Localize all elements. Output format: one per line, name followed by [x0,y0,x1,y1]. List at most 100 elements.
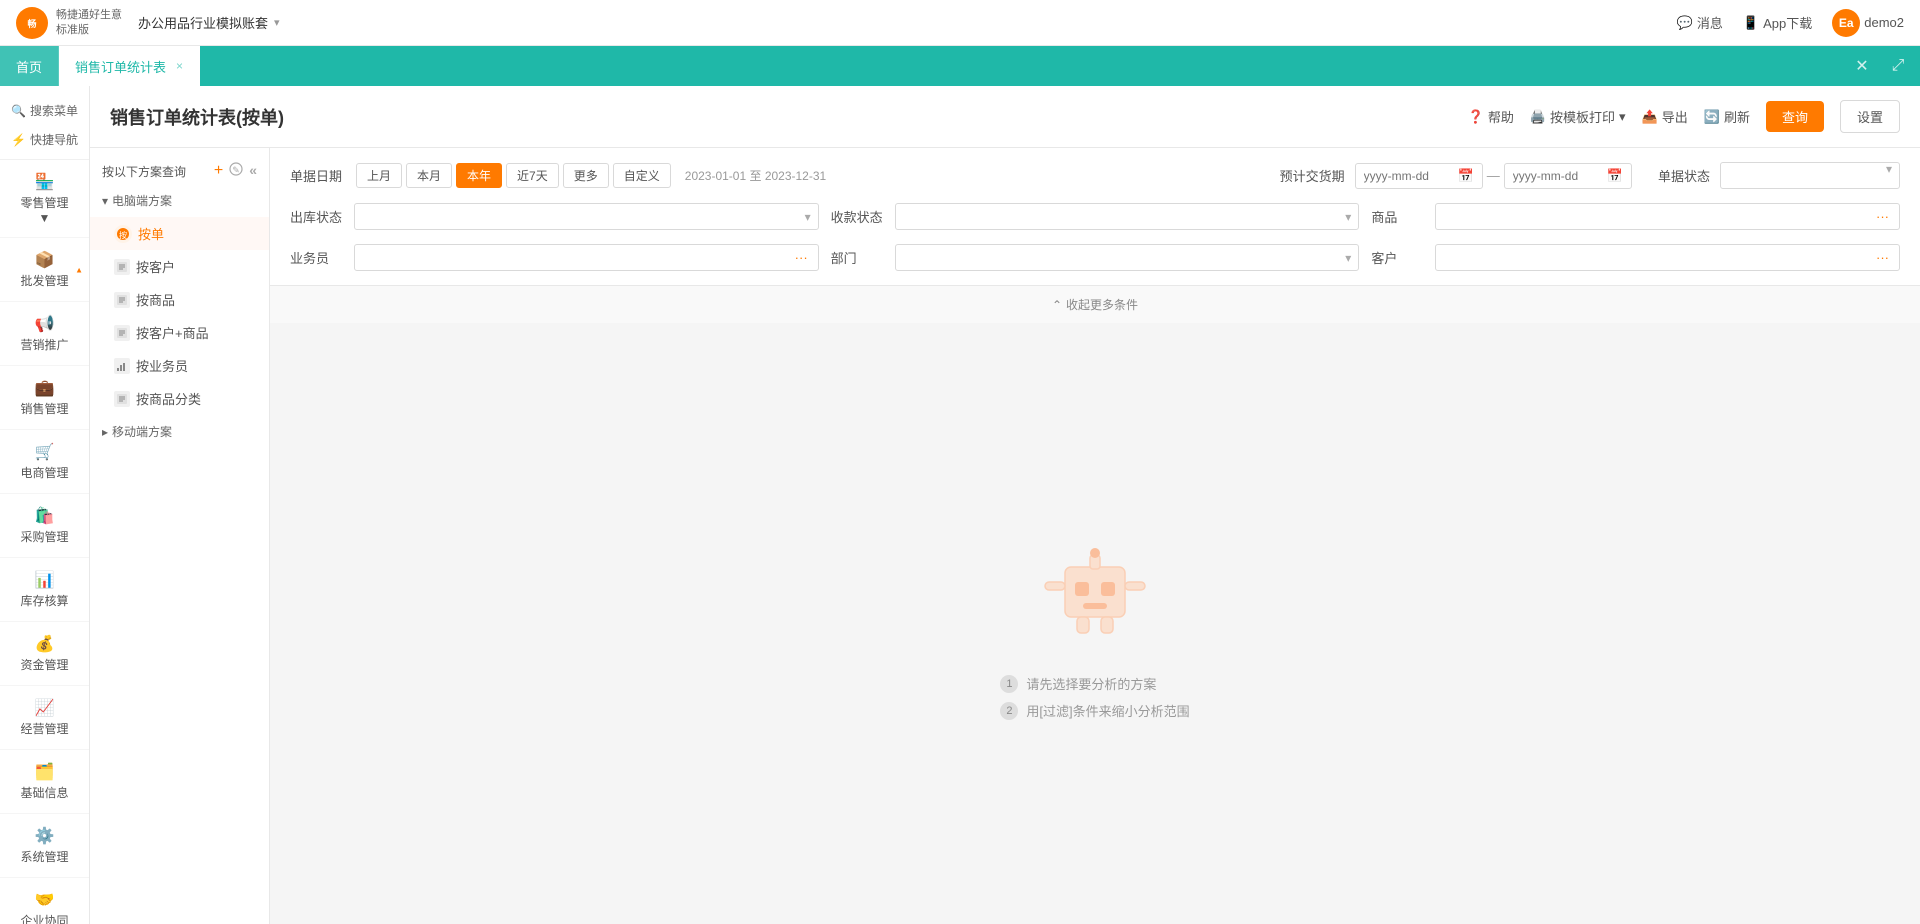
query-button[interactable]: 查询 [1766,101,1824,132]
this-month-btn[interactable]: 本月 [406,163,452,188]
download-icon: 📱 [1743,15,1759,31]
scheme-item-by-customer[interactable]: 按客户 [90,250,269,283]
right-content: 单据日期 上月 本月 本年 近7天 更多 自定义 2023-01-01 至 20… [270,148,1920,924]
tab-sales-stats[interactable]: 销售订单统计表 × [59,46,200,86]
sidebar-top: 🔍 搜索菜单 ⚡ 快捷导航 [0,86,89,160]
sidebar-item-basic[interactable]: 🗂️ 基础信息 [0,750,89,814]
start-date-input[interactable] [1364,169,1454,183]
add-scheme-button[interactable]: + [214,162,223,180]
sidebar-item-marketing[interactable]: 📢 营销推广 [0,302,89,366]
system-icon: ⚙️ [35,826,55,846]
mobile-category[interactable]: ▸ 移动端方案 [90,419,269,444]
window-close-button[interactable]: ✕ [1848,52,1876,80]
date-separator: — [1487,168,1500,183]
empty-state: 1 请先选择要分析的方案 2 用[过滤]条件来缩小分析范围 [270,323,1920,924]
scheme-order-icon: 按 [114,225,132,243]
order-status-select[interactable] [1720,162,1900,189]
more-btn[interactable]: 更多 [563,163,609,188]
sidebar-item-retail[interactable]: 🏪 零售管理 [0,160,89,238]
scheme-customer-product-icon [114,325,130,341]
scheme-salesperson-icon [114,358,130,374]
scheme-item-by-product-category[interactable]: 按商品分类 [90,382,269,415]
end-date-input-wrapper[interactable]: 📅 [1504,163,1632,189]
tab-home[interactable]: 首页 [0,46,59,86]
sidebar-item-operations[interactable]: 📈 经营管理 [0,686,89,750]
product-item: 商品 ··· [1371,203,1900,230]
scheme-item-by-salesperson[interactable]: 按业务员 [90,349,269,382]
export-button[interactable]: 📤 导出 [1642,107,1688,126]
end-date-input[interactable] [1513,169,1603,183]
collapse-scheme-button[interactable]: « [249,162,257,180]
salesperson-control: ··· [354,244,819,271]
ship-status-select[interactable] [354,203,819,230]
order-status-select-wrapper[interactable]: ▾ [1720,162,1900,189]
this-year-btn[interactable]: 本年 [456,163,502,188]
customer-dots-icon: ··· [1876,250,1889,265]
collapse-bar[interactable]: ⌃ 收起更多条件 [270,285,1920,323]
tip-number-2: 2 [1000,702,1018,720]
sidebar-item-system[interactable]: ⚙️ 系统管理 [0,814,89,878]
estimated-delivery-input: 📅 — 📅 [1355,163,1632,189]
print-button[interactable]: 🖨️ 按模板打印 ▾ [1530,107,1626,126]
app-download-button[interactable]: 📱 App下载 [1743,13,1812,32]
sidebar-item-sales[interactable]: 💼 销售管理 [0,366,89,430]
last-month-btn[interactable]: 上月 [356,163,402,188]
message-button[interactable]: 💬 消息 [1677,13,1723,32]
department-item: 部门 ▾ [831,244,1360,271]
customer-picker-btn[interactable]: ··· [1435,244,1900,271]
print-icon: 🖨️ [1530,109,1546,125]
home-tab-label: 首页 [16,57,42,76]
help-button[interactable]: ❓ 帮助 [1468,107,1514,126]
avatar: Ea [1832,9,1860,37]
scheme-header-buttons: + ✎ « [214,162,257,180]
end-calendar-icon: 📅 [1607,168,1623,184]
sidebar-item-ecommerce[interactable]: 🛒 电商管理 [0,430,89,494]
date-buttons: 上月 本月 本年 近7天 更多 自定义 [356,163,671,188]
refresh-button[interactable]: 🔄 刷新 [1704,107,1750,126]
sidebar-quick-nav[interactable]: ⚡ 快捷导航 [0,125,89,154]
payment-status-select[interactable] [895,203,1360,230]
collapse-button[interactable]: ⌃ 收起更多条件 [1052,296,1138,313]
edit-scheme-button[interactable]: ✎ [229,162,243,180]
scheme-header: 按以下方案查询 + ✎ « [90,158,269,188]
page-actions: ❓ 帮助 🖨️ 按模板打印 ▾ 📤 导出 🔄 刷新 查询 设置 [1468,100,1900,147]
department-select[interactable] [895,244,1360,271]
desktop-category[interactable]: ▾ 电脑端方案 [90,188,269,213]
payment-status-control: ▾ [895,203,1360,230]
tip-number-1: 1 [1000,675,1018,693]
nav-icon: ⚡ [11,133,26,147]
salesperson-label: 业务员 [290,248,346,267]
logo-text: 畅捷通好生意 标准版 [56,8,122,37]
scheme-product-icon [114,292,130,308]
start-date-input-wrapper[interactable]: 📅 [1355,163,1483,189]
scheme-item-by-order[interactable]: 按 按单 [90,217,269,250]
date-range-display: 2023-01-01 至 2023-12-31 [685,167,826,184]
full-content: 按以下方案查询 + ✎ « ▾ 电脑端方案 [90,148,1920,924]
collapse-chevron: ⌃ [1052,298,1062,312]
sidebar-item-purchase[interactable]: 🛍️ 采购管理 [0,494,89,558]
order-status-label: 单据状态 [1658,166,1710,185]
product-dots-icon: ··· [1876,209,1889,224]
sidebar-search[interactable]: 🔍 搜索菜单 [0,96,89,125]
sidebar-item-inventory[interactable]: 📊 库存核算 [0,558,89,622]
last-7-days-btn[interactable]: 近7天 [506,163,559,188]
account-selector[interactable]: 办公用品行业模拟账套 ▾ [138,13,280,32]
scheme-item-by-product[interactable]: 按商品 [90,283,269,316]
sidebar-item-finance[interactable]: 💰 资金管理 [0,622,89,686]
main-layout: 🔍 搜索菜单 ⚡ 快捷导航 🏪 零售管理 📦 批发管理 📢 营销推广 [0,86,1920,924]
window-maximize-button[interactable]: ⤢ [1884,52,1912,80]
scheme-item-by-customer-product[interactable]: 按客户+商品 [90,316,269,349]
settings-button[interactable]: 设置 [1840,100,1900,133]
customer-item: 客户 ··· [1371,244,1900,271]
tab-close-button[interactable]: × [176,59,183,73]
ship-status-label: 出库状态 [290,207,346,226]
finance-icon: 💰 [35,634,55,654]
ecommerce-icon: 🛒 [35,442,55,462]
salesperson-picker-btn[interactable]: ··· [354,244,819,271]
filter-row-2: 出库状态 ▾ 收款状态 ▾ [290,203,1900,230]
custom-btn[interactable]: 自定义 [613,163,671,188]
sidebar-item-enterprise[interactable]: 🤝 企业协同 [0,878,89,924]
sidebar-item-wholesale[interactable]: 📦 批发管理 [0,238,89,302]
product-picker-btn[interactable]: ··· [1435,203,1900,230]
user-menu[interactable]: Ea demo2 [1832,9,1904,37]
